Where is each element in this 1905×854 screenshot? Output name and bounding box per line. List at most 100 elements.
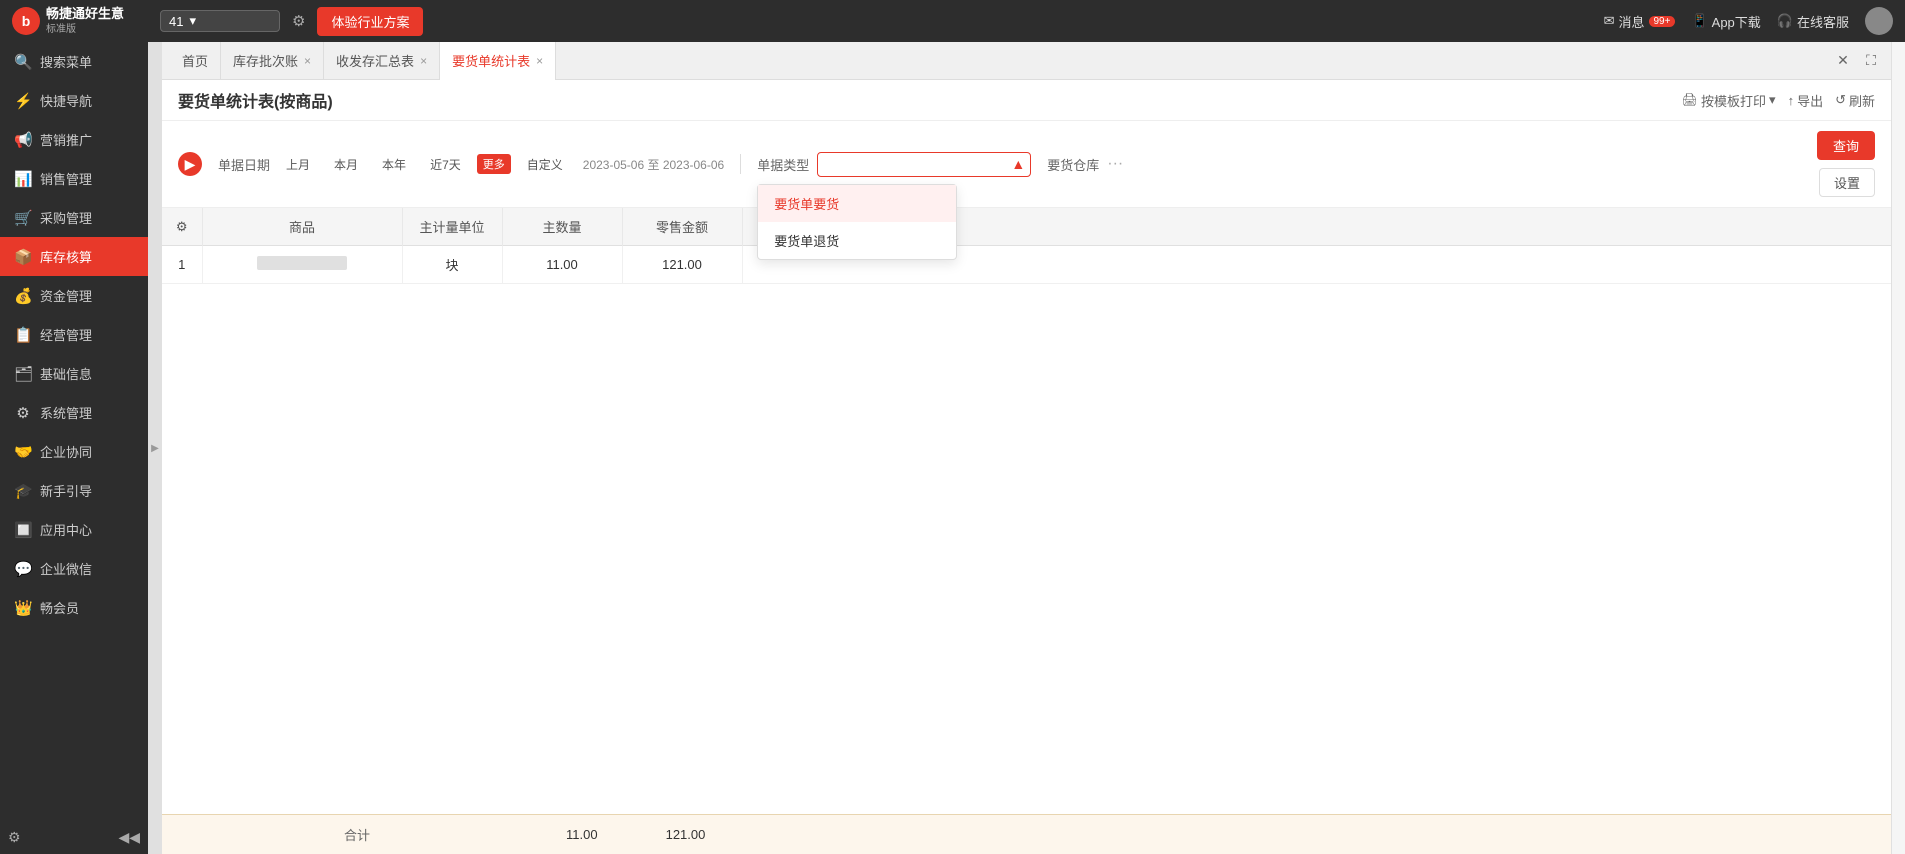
sidebar-item-search[interactable]: 🔍 搜索菜单 [0, 42, 148, 81]
tab-order-stats-label: 要货单统计表 [452, 51, 530, 70]
prev-month-button[interactable]: 上月 [278, 153, 318, 176]
company-selector[interactable]: 41 ▾ [160, 10, 280, 32]
sidebar-label-sales: 销售管理 [40, 169, 92, 188]
sidebar-label-search: 搜索菜单 [40, 52, 92, 71]
sidebar-item-appstore[interactable]: 🔲 应用中心 [0, 510, 148, 549]
sidebar-item-marketing[interactable]: 📢 营销推广 [0, 120, 148, 159]
tab-inventory-batch-close[interactable]: × [304, 54, 311, 68]
sidebar-label-purchase: 采购管理 [40, 208, 92, 227]
sidebar-collapse-icon[interactable]: ◀◀ [118, 829, 140, 846]
last7-button[interactable]: 近7天 [422, 153, 469, 176]
cell-num: 1 [162, 246, 202, 284]
sidebar-item-guide[interactable]: 🎓 新手引导 [0, 471, 148, 510]
tab-inventory-batch[interactable]: 库存批次账 × [221, 42, 324, 80]
online-service-button[interactable]: 🎧 在线客服 [1777, 12, 1849, 31]
filter-toggle-button[interactable]: ▶ [178, 152, 202, 176]
logo-icon: b [12, 7, 40, 35]
sidebar-item-purchase[interactable]: 🛒 采购管理 [0, 198, 148, 237]
chart-icon: 📊 [14, 170, 32, 188]
gear-icon[interactable]: ⚙ [292, 12, 305, 30]
query-button[interactable]: 查询 [1817, 131, 1875, 160]
table-header-row: ⚙ 商品 主计量单位 主数量 零售金额 [162, 208, 1891, 246]
logo-main: 畅捷通好生意 [46, 6, 124, 23]
messages-badge: 99+ [1649, 16, 1676, 27]
type-select-input[interactable] [817, 152, 1031, 177]
app-label: App下载 [1712, 12, 1761, 31]
col-header-amount: 零售金额 [622, 208, 742, 246]
settings-icon: ⚙ [14, 404, 32, 422]
sidebar-label-inventory: 库存核算 [40, 247, 92, 266]
cell-unit: 块 [402, 246, 502, 284]
dropdown-item-order[interactable]: 要货单要货 [758, 185, 956, 222]
trial-button[interactable]: 体验行业方案 [317, 7, 423, 36]
sidebar-label-operations: 经营管理 [40, 325, 92, 344]
box-icon: 📦 [14, 248, 32, 266]
avatar[interactable] [1865, 7, 1893, 35]
print-template-button[interactable]: 🖨 按模板打印 ▾ [1682, 91, 1776, 110]
header-center: 41 ▾ ⚙ 体验行业方案 [160, 7, 1604, 36]
money-icon: 💰 [14, 287, 32, 305]
sidebar-item-wechat[interactable]: 💬 企业微信 [0, 549, 148, 588]
curr-month-button[interactable]: 本月 [326, 153, 366, 176]
sidebar-item-sales[interactable]: 📊 销售管理 [0, 159, 148, 198]
app-download-button[interactable]: 📱 App下载 [1691, 12, 1760, 31]
message-icon: ✉ [1604, 13, 1615, 29]
main-layout: 🔍 搜索菜单 ⚡ 快捷导航 📢 营销推广 📊 销售管理 🛒 采购管理 📦 库存核… [0, 42, 1905, 854]
sidebar-label-system: 系统管理 [40, 403, 92, 422]
sidebar-item-operations[interactable]: 📋 经营管理 [0, 315, 148, 354]
sidebar-settings-icon[interactable]: ⚙ [8, 829, 21, 846]
custom-date-button[interactable]: 自定义 [519, 153, 571, 176]
tab-order-stats-close[interactable]: × [536, 54, 543, 68]
search-icon: 🔍 [14, 53, 32, 71]
logo-area: b 畅捷通好生意 标准版 [12, 6, 160, 36]
table-wrapper: ⚙ 商品 主计量单位 主数量 零售金额 1 [162, 208, 1891, 814]
sidebar-label-guide: 新手引导 [40, 481, 92, 500]
logo-sub: 标准版 [46, 23, 124, 36]
sidebar-label-shortcuts: 快捷导航 [40, 91, 92, 110]
sidebar-item-inventory[interactable]: 📦 库存核算 [0, 237, 148, 276]
more-badge[interactable]: 更多 [477, 154, 511, 174]
tab-home[interactable]: 首页 [170, 42, 221, 80]
refresh-button[interactable]: ↺ 刷新 [1835, 91, 1875, 110]
table-footer: 合计 11.00 121.00 [162, 814, 1891, 854]
crown-icon: 👑 [14, 599, 32, 617]
sidebar-label-members: 畅会员 [40, 598, 79, 617]
col-header-unit: 主计量单位 [402, 208, 502, 246]
export-icon: ↑ [1788, 93, 1795, 108]
curr-year-button[interactable]: 本年 [374, 153, 414, 176]
sidebar-item-system[interactable]: ⚙ 系统管理 [0, 393, 148, 432]
settings-button[interactable]: 设置 [1819, 168, 1875, 197]
messages-button[interactable]: ✉ 消息 99+ [1604, 12, 1676, 31]
refresh-icon: ↺ [1835, 92, 1846, 108]
sidebar-bottom: ⚙ ◀◀ [0, 821, 148, 854]
sidebar-item-finance[interactable]: 💰 资金管理 [0, 276, 148, 315]
tab-close-all-button[interactable]: ✕ [1831, 49, 1855, 73]
dropdown-item-return[interactable]: 要货单退货 [758, 222, 956, 259]
export-button[interactable]: ↑ 导出 [1788, 91, 1824, 110]
page-content: 要货单统计表(按商品) 🖨 按模板打印 ▾ ↑ 导出 ↺ 刷新 [162, 80, 1891, 854]
col-header-qty: 主数量 [502, 208, 622, 246]
header-right: ✉ 消息 99+ 📱 App下载 🎧 在线客服 [1604, 7, 1893, 35]
sidebar-item-cooperation[interactable]: 🤝 企业协同 [0, 432, 148, 471]
tab-receivables-summary[interactable]: 收发存汇总表 × [324, 42, 440, 80]
tab-receivables-summary-label: 收发存汇总表 [336, 51, 414, 70]
sidebar-label-cooperation: 企业协同 [40, 442, 92, 461]
type-filter-group: 单据类型 ▲ 要货单要货 要货单退货 [757, 152, 1031, 177]
service-label: 在线客服 [1797, 12, 1849, 31]
sidebar-item-members[interactable]: 👑 畅会员 [0, 588, 148, 627]
warehouse-more-icon[interactable]: ··· [1107, 155, 1123, 173]
sidebar-item-basics[interactable]: 🗂 基础信息 [0, 354, 148, 393]
col-header-settings[interactable]: ⚙ [162, 208, 202, 246]
clipboard-icon: 📋 [14, 326, 32, 344]
sidebar-item-shortcuts[interactable]: ⚡ 快捷导航 [0, 81, 148, 120]
tab-maximize-button[interactable]: ⛶ [1859, 49, 1883, 73]
sidebar-collapse-strip[interactable]: ▶ [148, 42, 162, 854]
wechat-icon: 💬 [14, 560, 32, 578]
tab-inventory-batch-label: 库存批次账 [233, 51, 298, 70]
page-title: 要货单统计表(按商品) [178, 88, 333, 112]
date-filter-label: 单据日期 [218, 155, 270, 174]
tab-order-stats[interactable]: 要货单统计表 × [440, 42, 556, 80]
date-filter-group: 单据日期 上月 本月 本年 近7天 更多 自定义 2023-05-06 至 20… [218, 153, 724, 176]
page-header-actions: 🖨 按模板打印 ▾ ↑ 导出 ↺ 刷新 [1682, 91, 1876, 110]
tab-receivables-close[interactable]: × [420, 54, 427, 68]
